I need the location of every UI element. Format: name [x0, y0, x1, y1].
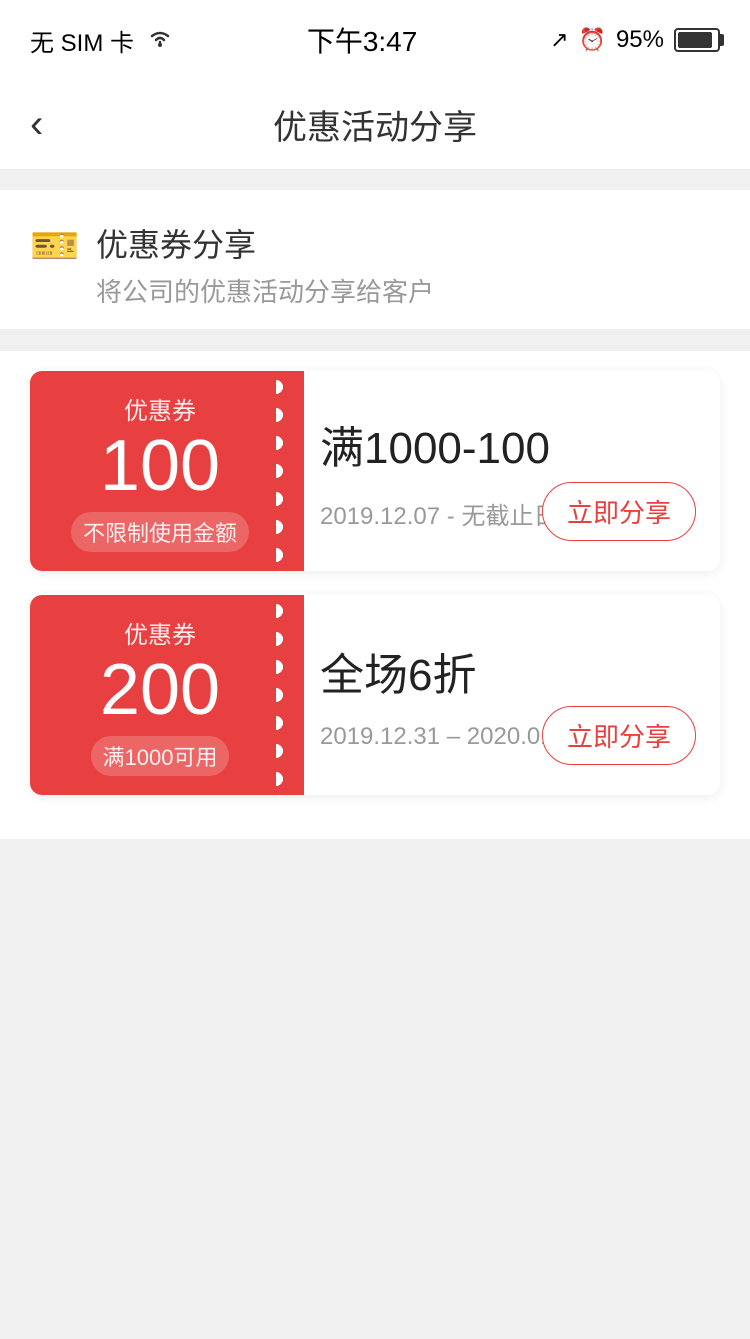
- bottom-area: [0, 839, 750, 1339]
- coupon-amount-2: 200: [100, 654, 220, 726]
- coupon-left-1: 优惠券 100 不限制使用金额: [30, 371, 290, 571]
- section-subtitle: 将公司的优惠活动分享给客户: [96, 272, 434, 309]
- back-button[interactable]: ‹: [30, 102, 43, 147]
- section-icon: 🎫: [30, 222, 80, 272]
- nav-bar: ‹ 优惠活动分享: [0, 80, 750, 170]
- battery-icon: [674, 28, 720, 52]
- coupon-title-1: 满1000-100: [320, 412, 690, 476]
- coupon-share-btn-1[interactable]: 立即分享: [542, 482, 696, 541]
- status-left: 无 SIM 卡: [30, 23, 174, 58]
- coupon-title-2: 全场6折: [320, 639, 690, 703]
- coupon-share-btn-2[interactable]: 立即分享: [542, 706, 696, 765]
- coupon-card-2: 优惠券 200 满1000可用 全场6折 2019.12.31 – 2020.0…: [30, 595, 720, 795]
- battery-percent: 95%: [616, 26, 664, 54]
- coupon-condition-2: 满1000可用: [91, 736, 230, 776]
- coupon-list: 优惠券 100 不限制使用金额 满1000-100 2019.12.07 - 无…: [0, 351, 750, 839]
- mid-gap: [0, 331, 750, 351]
- status-time: 下午3:47: [307, 20, 418, 60]
- coupon-right-1: 满1000-100 2019.12.07 - 无截止日期 立即分享: [290, 371, 720, 571]
- status-right: ↗ ⏰ 95%: [550, 26, 720, 54]
- section-text: 优惠券分享 将公司的优惠活动分享给客户: [96, 220, 434, 309]
- page-title: 优惠活动分享: [273, 100, 477, 149]
- top-gap: [0, 170, 750, 190]
- coupon-amount-1: 100: [100, 430, 220, 502]
- status-bar: 无 SIM 卡 下午3:47 ↗ ⏰ 95%: [0, 0, 750, 80]
- coupon-condition-1: 不限制使用金额: [71, 512, 249, 552]
- coupon-right-2: 全场6折 2019.12.31 – 2020.01.07 立即分享: [290, 595, 720, 795]
- coupon-label-2: 优惠券: [124, 615, 196, 650]
- location-icon: ↗: [550, 27, 568, 53]
- coupon-label-1: 优惠券: [124, 391, 196, 426]
- coupon-card-1: 优惠券 100 不限制使用金额 满1000-100 2019.12.07 - 无…: [30, 371, 720, 571]
- coupon-left-2: 优惠券 200 满1000可用: [30, 595, 290, 795]
- section-title: 优惠券分享: [96, 220, 434, 266]
- alarm-icon: ⏰: [579, 27, 606, 53]
- wifi-icon: [146, 26, 174, 55]
- section-header: 🎫 优惠券分享 将公司的优惠活动分享给客户: [0, 190, 750, 329]
- carrier-label: 无 SIM 卡: [30, 23, 134, 58]
